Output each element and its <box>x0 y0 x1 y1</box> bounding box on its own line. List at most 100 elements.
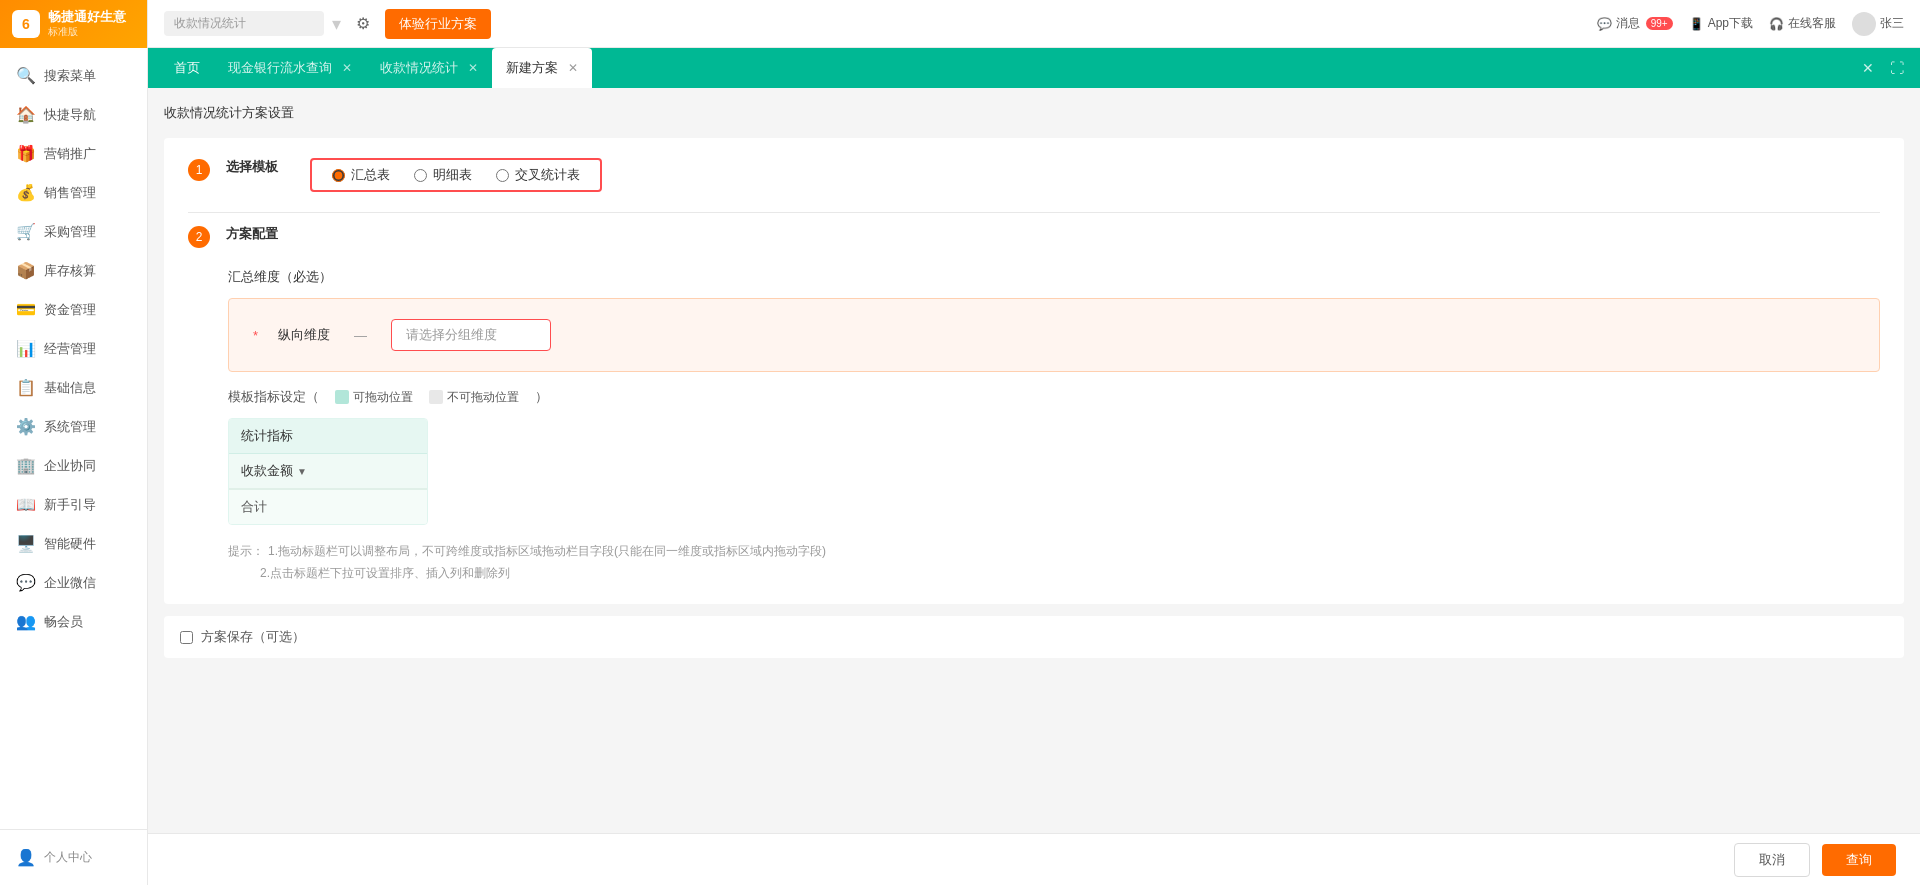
tab-label-stat: 收款情况统计 <box>380 59 458 77</box>
page-footer: 取消 查询 <box>148 833 1920 885</box>
download-label: App下载 <box>1708 15 1753 32</box>
nav-label-system: 系统管理 <box>44 418 96 436</box>
non-draggable-legend: 不可拖动位置 <box>429 389 519 406</box>
sidebar-bottom-item1[interactable]: 👤 个人中心 <box>0 838 147 877</box>
top-bar: 收款情况统计 ▾ ⚙ 体验行业方案 💬 消息 99+ 📱 App下载 🎧 在线客… <box>148 0 1920 48</box>
nav-label-hardware: 智能硬件 <box>44 535 96 553</box>
tab-stat[interactable]: 收款情况统计 ✕ <box>366 48 492 88</box>
sidebar-item-wechat[interactable]: 💬企业微信 <box>0 563 147 602</box>
tip2-line: 2.点击标题栏下拉可设置排序、插入列和删除列 <box>228 563 1880 585</box>
step1-badge: 1 <box>188 159 210 181</box>
nav-icon-search: 🔍 <box>16 66 36 85</box>
bottom-icon1: 👤 <box>16 848 36 867</box>
sidebar-item-search[interactable]: 🔍搜索菜单 <box>0 56 147 95</box>
sidebar-item-marketing[interactable]: 🎁营销推广 <box>0 134 147 173</box>
nav-icon-marketing: 🎁 <box>16 144 36 163</box>
gear-button[interactable]: ⚙ <box>349 10 377 38</box>
nav-icon-operation: 📊 <box>16 339 36 358</box>
sidebar-bottom: 👤 个人中心 <box>0 829 147 885</box>
nav-icon-system: ⚙️ <box>16 417 36 436</box>
tips-area: 提示： 1.拖动标题栏可以调整布局，不可跨维度或指标区域拖动栏目字段(只能在同一… <box>228 541 1880 584</box>
tab-home[interactable]: 首页 <box>160 48 214 88</box>
config-card: 1 选择模板 汇总表 明细表 交叉统计表 <box>164 138 1904 604</box>
indicator-table: 统计指标 收款金额 ▼ 合计 <box>228 418 428 525</box>
tab-close-bank[interactable]: ✕ <box>342 61 352 75</box>
user-info[interactable]: 张三 <box>1852 12 1904 36</box>
sidebar-item-finance[interactable]: 💳资金管理 <box>0 290 147 329</box>
app-download-button[interactable]: 📱 App下载 <box>1689 15 1753 32</box>
user-avatar <box>1852 12 1876 36</box>
nav-icon-basic: 📋 <box>16 378 36 397</box>
query-button[interactable]: 查询 <box>1822 844 1896 876</box>
indicator-cell-revenue[interactable]: 收款金额 ▼ <box>229 454 319 488</box>
dim-select-button[interactable]: 请选择分组维度 <box>391 319 551 351</box>
nav-label-operation: 经营管理 <box>44 340 96 358</box>
nav-icon-guide: 📖 <box>16 495 36 514</box>
sidebar-item-enterprise[interactable]: 🏢企业协同 <box>0 446 147 485</box>
industry-button[interactable]: 体验行业方案 <box>385 9 491 39</box>
required-mark: * <box>253 328 258 343</box>
sidebar-item-system[interactable]: ⚙️ 系统管理 <box>0 407 147 446</box>
nav-icon-nav: 🏠 <box>16 105 36 124</box>
top-bar-right: 💬 消息 99+ 📱 App下载 🎧 在线客服 张三 <box>1597 12 1904 36</box>
step2-row: 2 方案配置 <box>188 225 1880 248</box>
message-label: 消息 <box>1616 15 1640 32</box>
bottom-label1: 个人中心 <box>44 849 92 866</box>
nav-label-sales: 销售管理 <box>44 184 96 202</box>
tab-new[interactable]: 新建方案✕ <box>492 48 592 88</box>
window-maximize-icon[interactable]: ⛶ <box>1886 56 1908 80</box>
tip2-text: 2.点击标题栏下拉可设置排序、插入列和删除列 <box>260 563 510 585</box>
dim-arrow: — <box>354 328 367 343</box>
sidebar-item-inventory[interactable]: 📦 库存核算 <box>0 251 147 290</box>
breadcrumb: 收款情况统计 <box>164 11 324 36</box>
sidebar-item-basic[interactable]: 📋基础信息 <box>0 368 147 407</box>
tab-bar-window-controls: ✕⛶ <box>1858 56 1908 80</box>
tab-bar: 首页现金银行流水查询✕收款情况统计✕新建方案✕✕⛶ <box>148 48 1920 88</box>
cancel-button[interactable]: 取消 <box>1734 843 1810 877</box>
tab-close-new[interactable]: ✕ <box>568 61 578 75</box>
breadcrumb-chevron-icon: ▾ <box>332 13 341 35</box>
nav-label-inventory: 库存核算 <box>44 262 96 280</box>
sidebar-item-nav[interactable]: 🏠快捷导航 <box>0 95 147 134</box>
sidebar-item-member[interactable]: 👥 畅会员 <box>0 602 147 641</box>
radio-summary-input[interactable] <box>332 169 345 182</box>
draggable-legend: 可拖动位置 <box>335 389 413 406</box>
tip1-text: 1.拖动标题栏可以调整布局，不可跨维度或指标区域拖动栏目字段(只能在同一维度或指… <box>268 541 826 563</box>
top-bar-left: 收款情况统计 ▾ ⚙ 体验行业方案 <box>164 9 1581 39</box>
message-button[interactable]: 💬 消息 99+ <box>1597 15 1673 32</box>
online-service-button[interactable]: 🎧 在线客服 <box>1769 15 1836 32</box>
radio-detail[interactable]: 明细表 <box>414 166 472 184</box>
draggable-legend-box <box>335 390 349 404</box>
dimension-row: * 纵向维度 — 请选择分组维度 <box>253 319 1855 351</box>
sidebar-item-guide[interactable]: 📖新手引导 <box>0 485 147 524</box>
radio-cross[interactable]: 交叉统计表 <box>496 166 580 184</box>
tab-bank[interactable]: 现金银行流水查询✕ <box>214 48 366 88</box>
sidebar-item-sales[interactable]: 💰销售管理 <box>0 173 147 212</box>
indicator-label-revenue: 收款金额 <box>241 462 293 480</box>
nav-icon-inventory: 📦 <box>16 261 36 280</box>
tip-title: 提示： <box>228 541 264 563</box>
sidebar: 6 畅捷通好生意 标准版 🔍搜索菜单🏠快捷导航🎁营销推广💰销售管理🛒采购管理📦库… <box>0 0 148 885</box>
radio-summary[interactable]: 汇总表 <box>332 166 390 184</box>
nav-icon-purchase: 🛒 <box>16 222 36 241</box>
logo-badge: 标准版 <box>48 25 126 39</box>
tab-close-stat[interactable]: ✕ <box>468 61 478 75</box>
sidebar-item-purchase[interactable]: 🛒采购管理 <box>0 212 147 251</box>
template-select-box: 汇总表 明细表 交叉统计表 <box>310 158 602 192</box>
sidebar-item-hardware[interactable]: 🖥️智能硬件 <box>0 524 147 563</box>
save-checkbox[interactable] <box>180 631 193 644</box>
nav-icon-enterprise: 🏢 <box>16 456 36 475</box>
sidebar-item-operation[interactable]: 📊 经营管理 <box>0 329 147 368</box>
chevron-down-icon: ▼ <box>297 466 307 477</box>
sidebar-nav: 🔍搜索菜单🏠快捷导航🎁营销推广💰销售管理🛒采购管理 📦 库存核算 💳资金管理 📊 经营管理… <box>0 48 147 829</box>
step1-label: 选择模板 <box>226 158 278 176</box>
nav-icon-wechat: 💬 <box>16 573 36 592</box>
radio-detail-input[interactable] <box>414 169 427 182</box>
page-content: 收款情况统计方案设置 1 选择模板 汇总表 明细表 <box>148 88 1920 833</box>
vertical-dim-label: 纵向维度 <box>278 326 330 344</box>
window-close-icon[interactable]: ✕ <box>1858 56 1878 80</box>
radio-cross-input[interactable] <box>496 169 509 182</box>
nav-label-member: 畅会员 <box>44 613 83 631</box>
nav-icon-member: 👥 <box>16 612 36 631</box>
indicator-row1: 收款金额 ▼ <box>229 454 427 489</box>
